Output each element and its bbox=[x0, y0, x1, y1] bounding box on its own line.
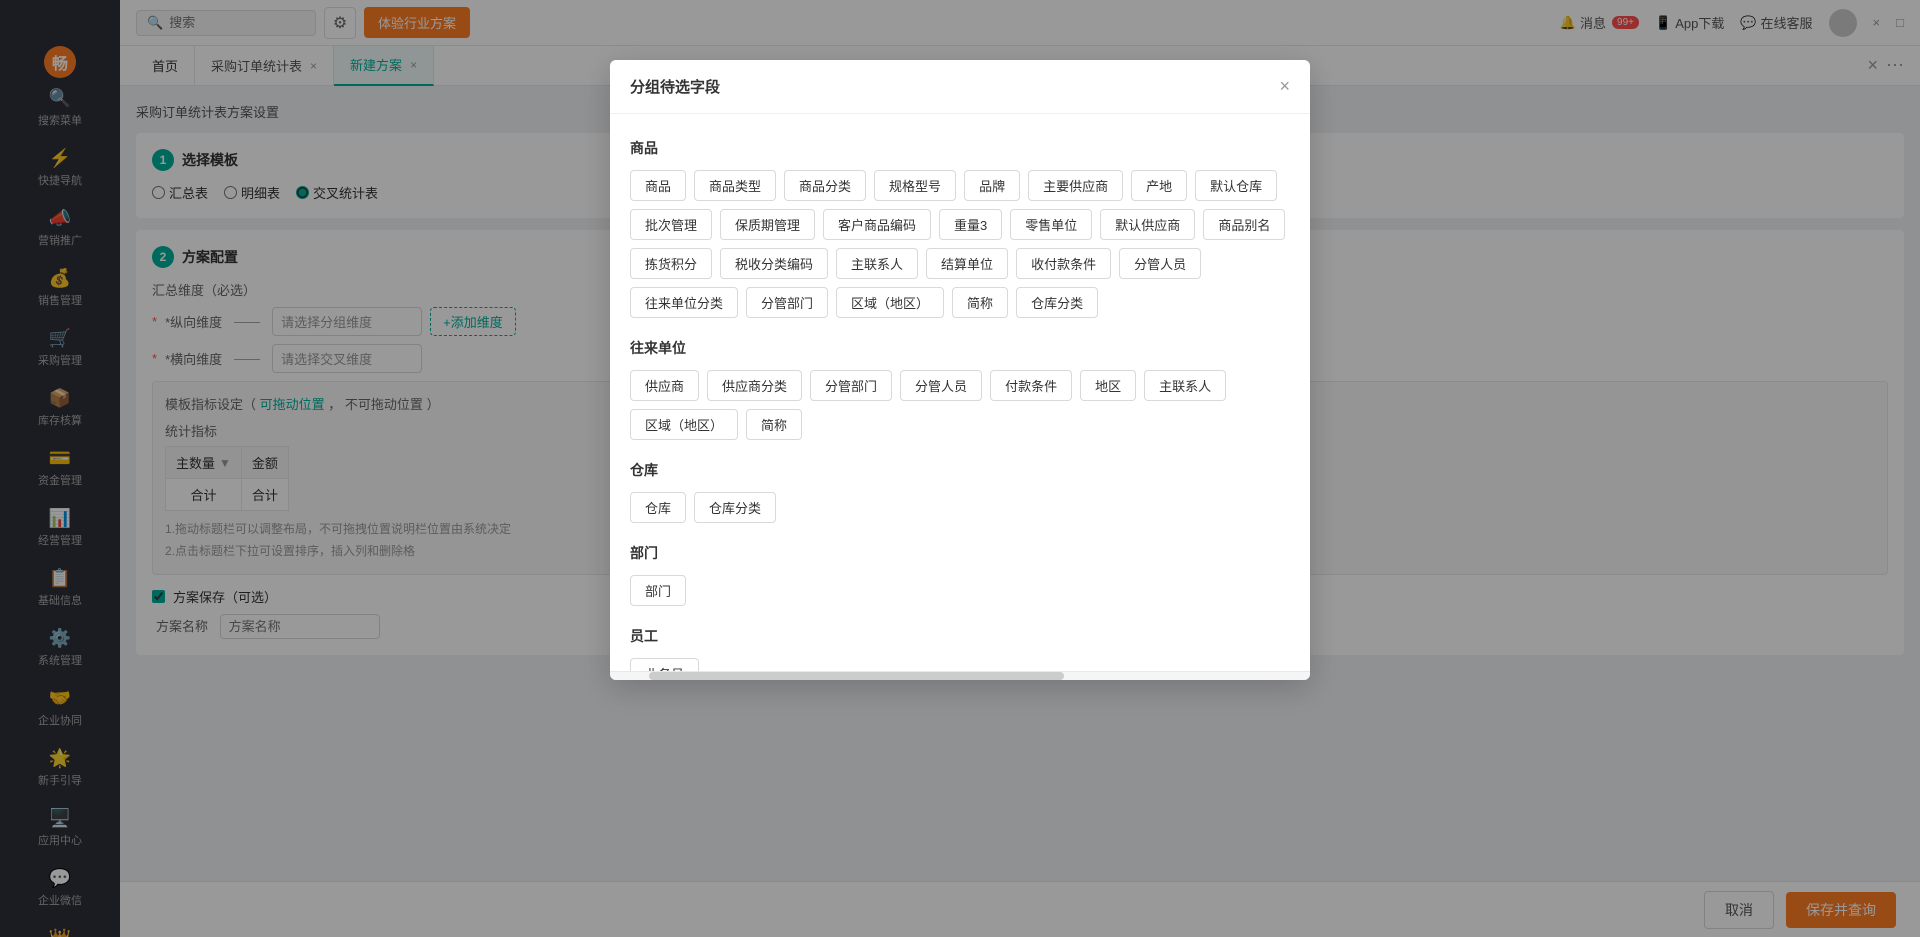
modal-section-chips-4: 业务员 bbox=[630, 658, 1290, 671]
hscroll-thumb[interactable] bbox=[649, 672, 1064, 680]
field-chip-2-0[interactable]: 仓库 bbox=[630, 492, 686, 523]
field-chip-0-25[interactable]: 仓库分类 bbox=[1016, 287, 1098, 318]
field-chip-4-0[interactable]: 业务员 bbox=[630, 658, 699, 671]
field-chip-0-7[interactable]: 默认仓库 bbox=[1195, 170, 1277, 201]
field-chip-0-23[interactable]: 区域（地区） bbox=[836, 287, 944, 318]
modal-body[interactable]: 商品商品商品类型商品分类规格型号品牌主要供应商产地默认仓库批次管理保质期管理客户… bbox=[610, 114, 1310, 671]
field-chip-0-5[interactable]: 主要供应商 bbox=[1028, 170, 1123, 201]
modal-section-chips-1: 供应商供应商分类分管部门分管人员付款条件地区主联系人区域（地区） 简称 bbox=[630, 370, 1290, 440]
modal-section-chips-2: 仓库仓库分类 bbox=[630, 492, 1290, 523]
field-chip-1-3[interactable]: 分管人员 bbox=[900, 370, 982, 401]
field-chip-0-10[interactable]: 客户商品编码 bbox=[823, 209, 931, 240]
field-chip-1-6[interactable]: 主联系人 bbox=[1144, 370, 1226, 401]
modal-section-title-0: 商品 bbox=[630, 138, 1290, 158]
field-chip-0-0[interactable]: 商品 bbox=[630, 170, 686, 201]
modal-header: 分组待选字段 × bbox=[610, 60, 1310, 114]
modal-section-title-3: 部门 bbox=[630, 543, 1290, 563]
field-chip-1-2[interactable]: 分管部门 bbox=[810, 370, 892, 401]
field-chip-0-2[interactable]: 商品分类 bbox=[784, 170, 866, 201]
field-chip-0-12[interactable]: 零售单位 bbox=[1010, 209, 1092, 240]
field-chip-2-1[interactable]: 仓库分类 bbox=[694, 492, 776, 523]
field-chip-0-15[interactable]: 拣货积分 bbox=[630, 248, 712, 279]
field-chip-3-0[interactable]: 部门 bbox=[630, 575, 686, 606]
field-chip-0-1[interactable]: 商品类型 bbox=[694, 170, 776, 201]
modal-title: 分组待选字段 bbox=[630, 76, 720, 97]
field-chip-1-8[interactable]: 简称 bbox=[746, 409, 802, 440]
field-chip-0-16[interactable]: 税收分类编码 bbox=[720, 248, 828, 279]
field-chip-1-5[interactable]: 地区 bbox=[1080, 370, 1136, 401]
field-chip-0-20[interactable]: 分管人员 bbox=[1119, 248, 1201, 279]
modal-section-chips-3: 部门 bbox=[630, 575, 1290, 606]
field-chip-0-19[interactable]: 收付款条件 bbox=[1016, 248, 1111, 279]
field-chip-0-14[interactable]: 商品别名 bbox=[1203, 209, 1285, 240]
field-chip-1-4[interactable]: 付款条件 bbox=[990, 370, 1072, 401]
modal-section-title-4: 员工 bbox=[630, 626, 1290, 646]
field-chip-0-24[interactable]: 简称 bbox=[952, 287, 1008, 318]
modal-section-title-1: 往来单位 bbox=[630, 338, 1290, 358]
field-chip-1-1[interactable]: 供应商分类 bbox=[707, 370, 802, 401]
field-chip-0-9[interactable]: 保质期管理 bbox=[720, 209, 815, 240]
modal: 分组待选字段 × 商品商品商品类型商品分类规格型号品牌主要供应商产地默认仓库批次… bbox=[610, 60, 1310, 680]
field-chip-0-11[interactable]: 重量3 bbox=[939, 209, 1002, 240]
field-chip-0-4[interactable]: 品牌 bbox=[964, 170, 1020, 201]
field-chip-0-21[interactable]: 往来单位分类 bbox=[630, 287, 738, 318]
modal-section-title-2: 仓库 bbox=[630, 460, 1290, 480]
field-chip-0-18[interactable]: 结算单位 bbox=[926, 248, 1008, 279]
modal-overlay: 分组待选字段 × 商品商品商品类型商品分类规格型号品牌主要供应商产地默认仓库批次… bbox=[0, 0, 1920, 937]
field-chip-0-8[interactable]: 批次管理 bbox=[630, 209, 712, 240]
modal-horizontal-scrollbar[interactable] bbox=[610, 671, 1310, 680]
field-chip-0-17[interactable]: 主联系人 bbox=[836, 248, 918, 279]
field-chip-0-22[interactable]: 分管部门 bbox=[746, 287, 828, 318]
field-chip-1-0[interactable]: 供应商 bbox=[630, 370, 699, 401]
modal-section-chips-0: 商品商品类型商品分类规格型号品牌主要供应商产地默认仓库批次管理保质期管理客户商品… bbox=[630, 170, 1290, 318]
field-chip-0-3[interactable]: 规格型号 bbox=[874, 170, 956, 201]
field-chip-1-7[interactable]: 区域（地区） bbox=[630, 409, 738, 440]
field-chip-0-6[interactable]: 产地 bbox=[1131, 170, 1187, 201]
modal-close-button[interactable]: × bbox=[1279, 76, 1290, 97]
field-chip-0-13[interactable]: 默认供应商 bbox=[1100, 209, 1195, 240]
